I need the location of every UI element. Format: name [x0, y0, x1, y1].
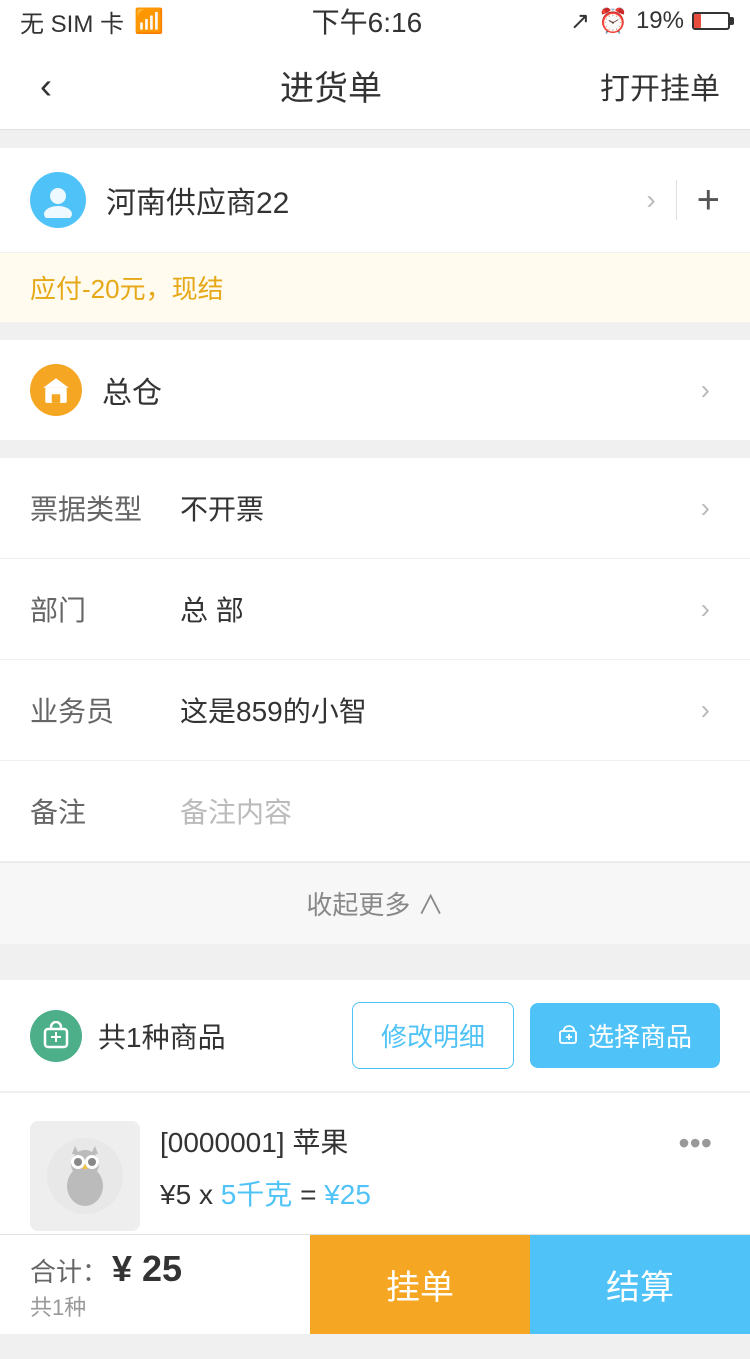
product-name: [0000001] 苹果 — [160, 1121, 650, 1161]
footer-total: 合计： ¥ 25 共1种 — [0, 1248, 310, 1322]
page-title: 进货单 — [280, 61, 382, 110]
divider-4 — [0, 944, 750, 962]
supplier-row[interactable]: 河南供应商22 › + — [0, 148, 750, 253]
remark-label: 备注 — [30, 791, 170, 831]
supplier-chevron-icon: › — [646, 184, 655, 216]
warehouse-section: 总仓 › — [0, 340, 750, 440]
invoice-type-label: 票据类型 — [30, 488, 170, 528]
supplier-avatar — [30, 172, 86, 228]
product-code: [0000001] — [160, 1127, 285, 1158]
wifi-icon: 📶 — [134, 7, 164, 36]
collapse-bar[interactable]: 收起更多 ∧ — [0, 862, 750, 944]
products-icon — [30, 1010, 82, 1062]
total-label: 合计： — [30, 1252, 108, 1289]
alarm-icon: ⏰ — [598, 7, 628, 36]
total-sub: 共1种 — [30, 1290, 280, 1322]
supplier-section: 河南供应商22 › + 应付-20元，现结 — [0, 148, 750, 322]
products-svg — [41, 1021, 71, 1051]
department-label: 部门 — [30, 589, 170, 629]
battery-icon — [692, 12, 730, 30]
supplier-name: 河南供应商22 — [106, 178, 646, 222]
department-chevron: › — [701, 593, 710, 625]
department-row[interactable]: 部门 总 部 › — [0, 559, 750, 660]
add-button[interactable]: + — [676, 180, 720, 220]
products-header: 共1种商品 修改明细 选择商品 — [0, 980, 750, 1091]
salesperson-label: 业务员 — [30, 690, 170, 730]
cart-icon — [558, 1025, 580, 1047]
avatar-icon — [40, 182, 76, 218]
warehouse-chevron-icon: › — [701, 374, 710, 406]
price-multiply: x — [199, 1179, 221, 1210]
status-left: 无 SIM 卡 📶 — [20, 4, 164, 39]
remark-value[interactable]: 备注内容 — [170, 791, 720, 831]
products-count: 共1种商品 — [98, 1016, 336, 1056]
salesperson-row[interactable]: 业务员 这是859的小智 › — [0, 660, 750, 761]
status-right: ↗ ⏰ 19% — [570, 7, 730, 36]
product-info: [0000001] 苹果 ¥5 x 5千克 = ¥25 — [160, 1121, 650, 1213]
notice-bar: 应付-20元，现结 — [0, 253, 750, 322]
status-time: 下午6:16 — [312, 1, 423, 41]
checkout-button[interactable]: 结算 — [530, 1235, 750, 1334]
product-quantity: 5千克 — [221, 1179, 293, 1210]
product-more-button[interactable]: ••• — [670, 1121, 720, 1166]
product-total: ¥25 — [324, 1179, 371, 1210]
main-content: 河南供应商22 › + 应付-20元，现结 总仓 › 票据类型 不开票 — [0, 130, 750, 1359]
divider-2 — [0, 322, 750, 340]
invoice-type-row[interactable]: 票据类型 不开票 › — [0, 458, 750, 559]
product-thumbnail — [30, 1121, 140, 1231]
divider-3 — [0, 440, 750, 458]
open-pending-button[interactable]: 打开挂单 — [600, 64, 720, 108]
warehouse-name: 总仓 — [102, 368, 701, 412]
status-bar: 无 SIM 卡 📶 下午6:16 ↗ ⏰ 19% — [0, 0, 750, 42]
product-thumb-svg — [45, 1136, 125, 1216]
nav-bar: ‹ 进货单 打开挂单 — [0, 42, 750, 130]
select-product-button[interactable]: 选择商品 — [530, 1003, 720, 1068]
product-name-text: 苹果 — [292, 1127, 348, 1158]
battery-percent: 19% — [636, 7, 684, 35]
warehouse-row[interactable]: 总仓 › — [0, 340, 750, 440]
warehouse-svg — [41, 375, 71, 405]
carrier-text: 无 SIM 卡 — [20, 4, 124, 39]
remark-row[interactable]: 备注 备注内容 — [0, 761, 750, 862]
edit-detail-button[interactable]: 修改明细 — [352, 1002, 514, 1069]
salesperson-value: 这是859的小智 — [170, 690, 701, 730]
invoice-type-value: 不开票 — [170, 488, 701, 528]
total-amount: ¥ 25 — [112, 1248, 182, 1290]
price-equals: = — [300, 1179, 324, 1210]
divider-1 — [0, 130, 750, 148]
pending-button[interactable]: 挂单 — [310, 1235, 530, 1334]
invoice-type-chevron: › — [701, 492, 710, 524]
product-price: ¥5 x 5千克 = ¥25 — [160, 1173, 650, 1213]
back-button[interactable]: ‹ — [30, 55, 62, 117]
form-section: 票据类型 不开票 › 部门 总 部 › 业务员 这是859的小智 › 备注 备注… — [0, 458, 750, 862]
warehouse-icon — [30, 364, 82, 416]
product-unit-price: ¥5 — [160, 1179, 191, 1210]
department-value: 总 部 — [170, 589, 701, 629]
location-icon: ↗ — [570, 7, 590, 36]
salesperson-chevron: › — [701, 694, 710, 726]
footer: 合计： ¥ 25 共1种 挂单 结算 — [0, 1234, 750, 1334]
